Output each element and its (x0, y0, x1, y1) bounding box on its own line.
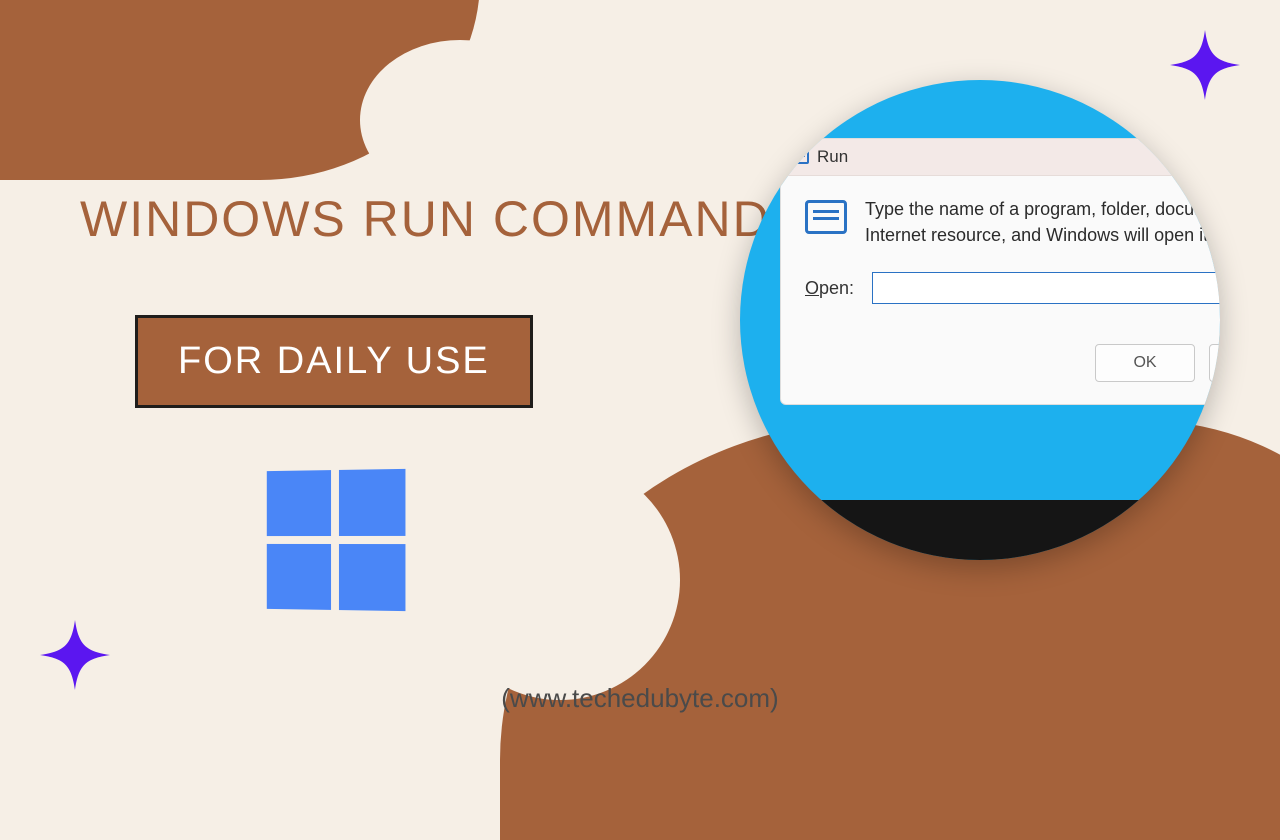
ok-button[interactable]: OK (1095, 344, 1195, 382)
run-dialog-titlebar: Run (781, 139, 1220, 176)
run-dialog-title: Run (817, 147, 848, 167)
sparkle-icon (1170, 30, 1240, 100)
search-icon[interactable] (800, 515, 830, 545)
run-title-icon (793, 150, 809, 164)
brown-blob-top-left (0, 0, 480, 180)
run-open-input[interactable] (872, 272, 1220, 304)
taskbar (740, 500, 1220, 560)
run-dialog-illustration: Run Type the name of a program, folder, … (740, 80, 1220, 560)
run-dialog-description: Type the name of a program, folder, docu… (865, 196, 1220, 248)
sparkle-icon (40, 620, 110, 690)
subtitle-text: FOR DAILY USE (178, 340, 490, 382)
run-program-icon (805, 200, 847, 234)
run-dialog-window: Run Type the name of a program, folder, … (780, 138, 1220, 405)
windows-logo-icon (267, 469, 406, 611)
cancel-button[interactable]: Cancel (1209, 344, 1220, 382)
run-open-label: Open: (805, 278, 854, 299)
page-title: WINDOWS RUN COMMANDS (80, 190, 806, 248)
footer-url: (www.techedubyte.com) (0, 683, 1280, 714)
subtitle-badge: FOR DAILY USE (135, 315, 533, 408)
